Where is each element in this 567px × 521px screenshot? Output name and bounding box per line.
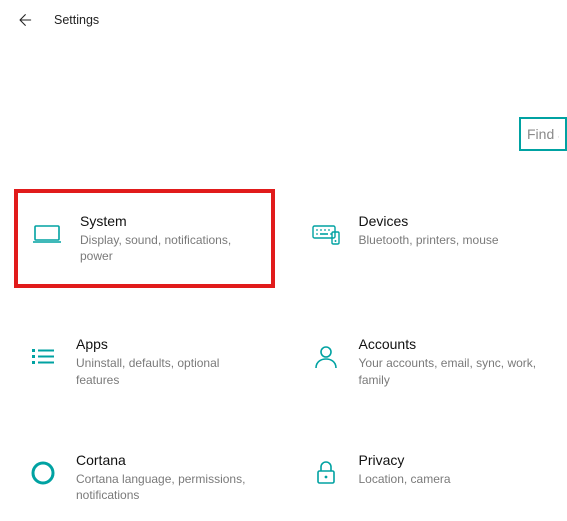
tile-text: Privacy Location, camera (359, 452, 546, 487)
display-icon (28, 215, 66, 253)
tile-title: Accounts (359, 336, 546, 352)
tile-devices[interactable]: Devices Bluetooth, printers, mouse (297, 195, 558, 290)
list-icon (24, 338, 62, 376)
tile-text: Accounts Your accounts, email, sync, wor… (359, 336, 546, 387)
tile-title: Apps (76, 336, 263, 352)
tile-privacy[interactable]: Privacy Location, camera (297, 434, 558, 521)
tile-text: Apps Uninstall, defaults, optional featu… (76, 336, 263, 387)
tile-system[interactable]: System Display, sound, notifications, po… (14, 189, 275, 288)
cortana-icon (24, 454, 62, 492)
lock-icon (307, 454, 345, 492)
header: Settings (0, 0, 567, 40)
settings-grid: System Display, sound, notifications, po… (14, 195, 557, 521)
arrow-left-icon (16, 12, 32, 28)
tile-title: Devices (359, 213, 546, 229)
tile-desc: Your accounts, email, sync, work, family (359, 355, 546, 387)
tile-title: System (80, 213, 259, 229)
search-wrap (519, 117, 567, 151)
person-icon (307, 338, 345, 376)
tile-text: System Display, sound, notifications, po… (80, 213, 259, 264)
keyboard-icon (307, 215, 345, 253)
tile-desc: Cortana language, permissions, notificat… (76, 471, 263, 503)
tile-desc: Bluetooth, printers, mouse (359, 232, 546, 248)
search-input[interactable] (519, 117, 567, 151)
tile-desc: Uninstall, defaults, optional features (76, 355, 263, 387)
tile-title: Privacy (359, 452, 546, 468)
page-title: Settings (54, 13, 99, 27)
tile-title: Cortana (76, 452, 263, 468)
back-button[interactable] (12, 8, 36, 32)
tile-text: Devices Bluetooth, printers, mouse (359, 213, 546, 248)
tile-cortana[interactable]: Cortana Cortana language, permissions, n… (14, 434, 275, 521)
tile-text: Cortana Cortana language, permissions, n… (76, 452, 263, 503)
tile-desc: Display, sound, notifications, power (80, 232, 259, 264)
tile-accounts[interactable]: Accounts Your accounts, email, sync, wor… (297, 318, 558, 405)
tile-desc: Location, camera (359, 471, 546, 487)
tile-apps[interactable]: Apps Uninstall, defaults, optional featu… (14, 318, 275, 405)
